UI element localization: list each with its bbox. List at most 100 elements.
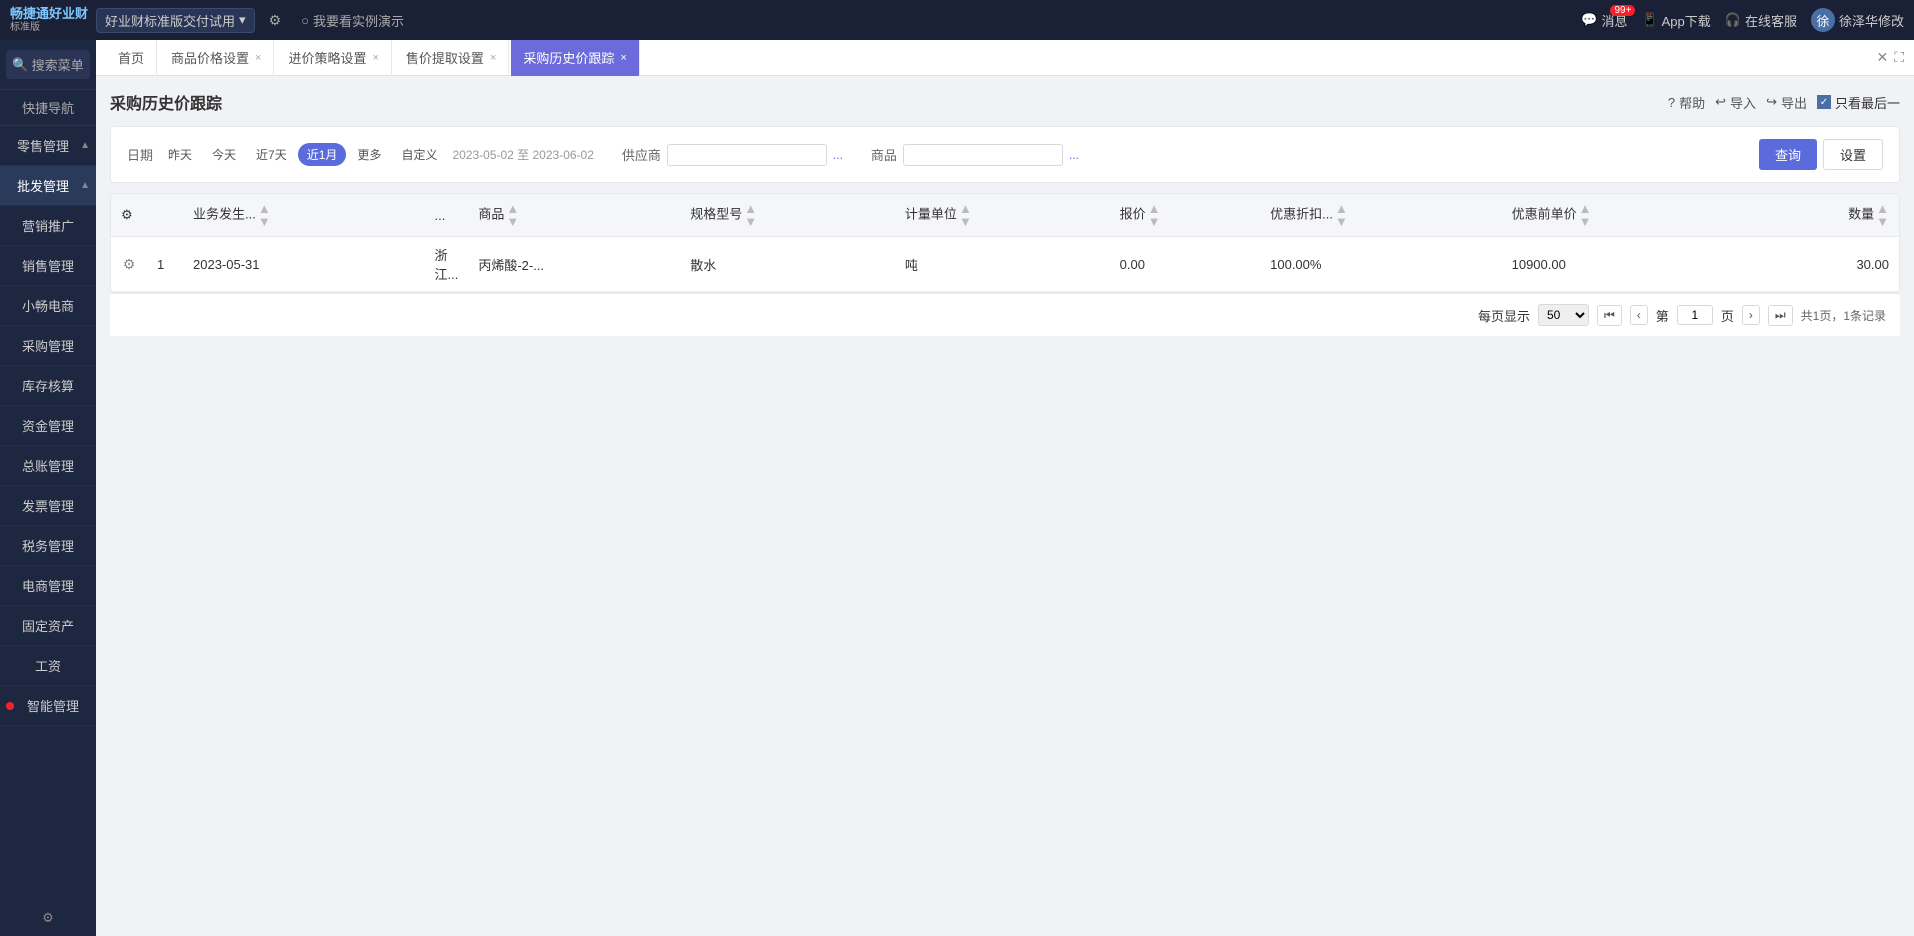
- close-tab-icon[interactable]: ×: [372, 52, 378, 64]
- date-btn-近1月[interactable]: 近1月: [298, 143, 347, 166]
- sidebar-item-retail[interactable]: 零售管理 ▲: [0, 126, 96, 166]
- first-page-button[interactable]: ⏮: [1597, 305, 1622, 326]
- help-button[interactable]: ? 帮助: [1668, 93, 1705, 112]
- date-btn-自定义[interactable]: 自定义: [392, 143, 446, 166]
- page-size-select[interactable]: 50 10 20 100: [1538, 304, 1589, 326]
- import-button[interactable]: ↩ 导入: [1715, 93, 1756, 112]
- close-tab-button[interactable]: ✕: [1876, 49, 1888, 66]
- sidebar-gear-button[interactable]: ⚙: [0, 900, 96, 936]
- table-header-row: ⚙ 业务发生...▲▼ ... 商品▲▼ 规格型号▲▼ 计量单位▲▼ 报价▲▼ …: [111, 194, 1899, 237]
- table-row: ⚙ 1 2023-05-31 浙江... 丙烯酸-2-... 散水 吨 0.00…: [111, 237, 1899, 292]
- sidebar-item-ecommerce_small[interactable]: 小畅电商: [0, 286, 96, 326]
- settings-icon-area[interactable]: ⚙: [269, 12, 282, 29]
- sidebar-item-ecommerce[interactable]: 电商管理: [0, 566, 96, 606]
- tab-product-price[interactable]: 商品价格设置×: [159, 40, 274, 76]
- row-extra: 浙江...: [424, 237, 468, 292]
- table-col-quote[interactable]: 报价▲▼: [1110, 194, 1260, 237]
- message-button[interactable]: 💬 消息 99+: [1581, 11, 1627, 30]
- content-area: 首页商品价格设置×进价策略设置×售价提取设置× 采购历史价跟踪 × ✕ ⛶ 采购历史…: [96, 40, 1914, 936]
- search-menu-button[interactable]: 🔍 搜索菜单: [6, 50, 90, 79]
- table-col-extra[interactable]: ...: [424, 194, 468, 237]
- message-badge: 99+: [1610, 5, 1635, 16]
- date-btn-近7天[interactable]: 近7天: [247, 143, 296, 166]
- page-title: 采购历史价跟踪: [110, 90, 222, 114]
- sidebar-item-inventory[interactable]: 库存核算: [0, 366, 96, 406]
- close-tab-icon[interactable]: ×: [255, 52, 261, 64]
- online-service-label: 在线客服: [1745, 11, 1797, 30]
- logo-area: 畅捷通好业财 标准版: [10, 6, 88, 34]
- tab-label: 采购历史价跟踪: [523, 48, 614, 67]
- sidebar-item-tax[interactable]: 税务管理: [0, 526, 96, 566]
- tab-home[interactable]: 首页: [106, 40, 157, 76]
- sidebar-item-purchase[interactable]: 采购管理: [0, 326, 96, 366]
- sidebar-item-wholesale[interactable]: 批发管理 ▲: [0, 166, 96, 206]
- message-icon: 💬: [1581, 12, 1597, 28]
- table-col-quantity[interactable]: 数量▲▼: [1748, 194, 1899, 237]
- sidebar-item-label: 智能管理: [16, 696, 90, 715]
- page-total: 共1页，1条记录: [1801, 307, 1886, 324]
- tab-sale-price[interactable]: 售价提取设置×: [394, 40, 509, 76]
- app-download-button[interactable]: 📱 App下载: [1641, 11, 1710, 30]
- sidebar-item-label: 工资: [6, 656, 90, 675]
- sidebar: 🔍 搜索菜单 快捷导航 零售管理 ▲ 批发管理 ▲ 营销推广 销售管理 小畅电商: [0, 40, 96, 936]
- export-icon: ↪: [1766, 94, 1777, 110]
- page-label: 第: [1656, 306, 1669, 325]
- sidebar-item-label: 零售管理: [6, 136, 80, 155]
- page-unit: 页: [1721, 306, 1734, 325]
- table-col-product[interactable]: 商品▲▼: [468, 194, 680, 237]
- avatar-text: 徐: [1816, 11, 1829, 30]
- tab-purchase-history[interactable]: 采购历史价跟踪 ×: [511, 40, 639, 76]
- table-col-spec[interactable]: 规格型号▲▼: [680, 194, 895, 237]
- product-more-button[interactable]: ...: [1069, 148, 1079, 162]
- online-service-button[interactable]: 🎧 在线客服: [1725, 11, 1797, 30]
- tab-purchase-strategy[interactable]: 进价策略设置×: [276, 40, 391, 76]
- sidebar-item-fixed_assets[interactable]: 固定资产: [0, 606, 96, 646]
- app-subtitle: 标准版: [10, 22, 40, 34]
- gear-icon: ⚙: [269, 12, 282, 29]
- only-latest-checkbox[interactable]: [1817, 95, 1831, 109]
- sidebar-item-marketing[interactable]: 营销推广: [0, 206, 96, 246]
- import-label: 导入: [1730, 93, 1756, 112]
- sidebar-item-smart_mgmt[interactable]: 智能管理: [0, 686, 96, 726]
- sidebar-item-sales[interactable]: 销售管理: [0, 246, 96, 286]
- sidebar-item-salary[interactable]: 工资: [0, 646, 96, 686]
- demo-button[interactable]: ○ 我要看实例演示: [301, 11, 404, 30]
- sidebar-item-finance[interactable]: 资金管理: [0, 406, 96, 446]
- table-col-business-date[interactable]: 业务发生...▲▼: [183, 194, 424, 237]
- table-col-gear[interactable]: ⚙: [111, 194, 147, 237]
- sidebar-search-area: 🔍 搜索菜单: [0, 40, 96, 90]
- sidebar-item-invoice[interactable]: 发票管理: [0, 486, 96, 526]
- supplier-more-button[interactable]: ...: [833, 148, 843, 162]
- date-btn-今天[interactable]: 今天: [203, 143, 245, 166]
- user-area[interactable]: 徐 徐泽华修改: [1811, 8, 1904, 32]
- table-col-unit[interactable]: 计量单位▲▼: [895, 194, 1110, 237]
- date-btn-昨天[interactable]: 昨天: [159, 143, 201, 166]
- maximize-button[interactable]: ⛶: [1894, 49, 1904, 66]
- demo-label: 我要看实例演示: [313, 11, 404, 30]
- tab-bar: 首页商品价格设置×进价策略设置×售价提取设置× 采购历史价跟踪 × ✕ ⛶: [96, 40, 1914, 76]
- page-number-input[interactable]: [1677, 305, 1713, 325]
- settings-icon: ⚙: [42, 910, 54, 926]
- date-btn-更多[interactable]: 更多: [348, 143, 390, 166]
- query-button[interactable]: 查询: [1759, 139, 1817, 170]
- close-tab-icon[interactable]: ×: [490, 52, 496, 64]
- sidebar-item-label: 营销推广: [6, 216, 90, 235]
- date-buttons: 昨天今天近7天近1月更多自定义: [159, 143, 446, 166]
- prev-page-button[interactable]: ‹: [1630, 305, 1648, 325]
- close-tab-icon[interactable]: ×: [620, 52, 626, 64]
- only-latest-checkbox-area[interactable]: 只看最后一: [1817, 93, 1900, 112]
- settings-button[interactable]: 设置: [1823, 139, 1883, 170]
- row-gear-cell[interactable]: ⚙: [111, 237, 147, 292]
- quick-nav-item[interactable]: 快捷导航: [0, 90, 96, 126]
- table-col-pre-discount-price[interactable]: 优惠前单价▲▼: [1502, 194, 1749, 237]
- supplier-input[interactable]: [667, 144, 827, 166]
- sidebar-item-label: 销售管理: [6, 256, 90, 275]
- last-page-button[interactable]: ⏭: [1768, 305, 1793, 326]
- product-input[interactable]: [903, 144, 1063, 166]
- version-selector[interactable]: 好业财标准版交付试用 ▾: [96, 8, 255, 33]
- data-table: ⚙ 业务发生...▲▼ ... 商品▲▼ 规格型号▲▼ 计量单位▲▼ 报价▲▼ …: [111, 194, 1899, 292]
- next-page-button[interactable]: ›: [1742, 305, 1760, 325]
- table-col-discount[interactable]: 优惠折扣...▲▼: [1260, 194, 1501, 237]
- export-button[interactable]: ↪ 导出: [1766, 93, 1807, 112]
- sidebar-item-general_ledger[interactable]: 总账管理: [0, 446, 96, 486]
